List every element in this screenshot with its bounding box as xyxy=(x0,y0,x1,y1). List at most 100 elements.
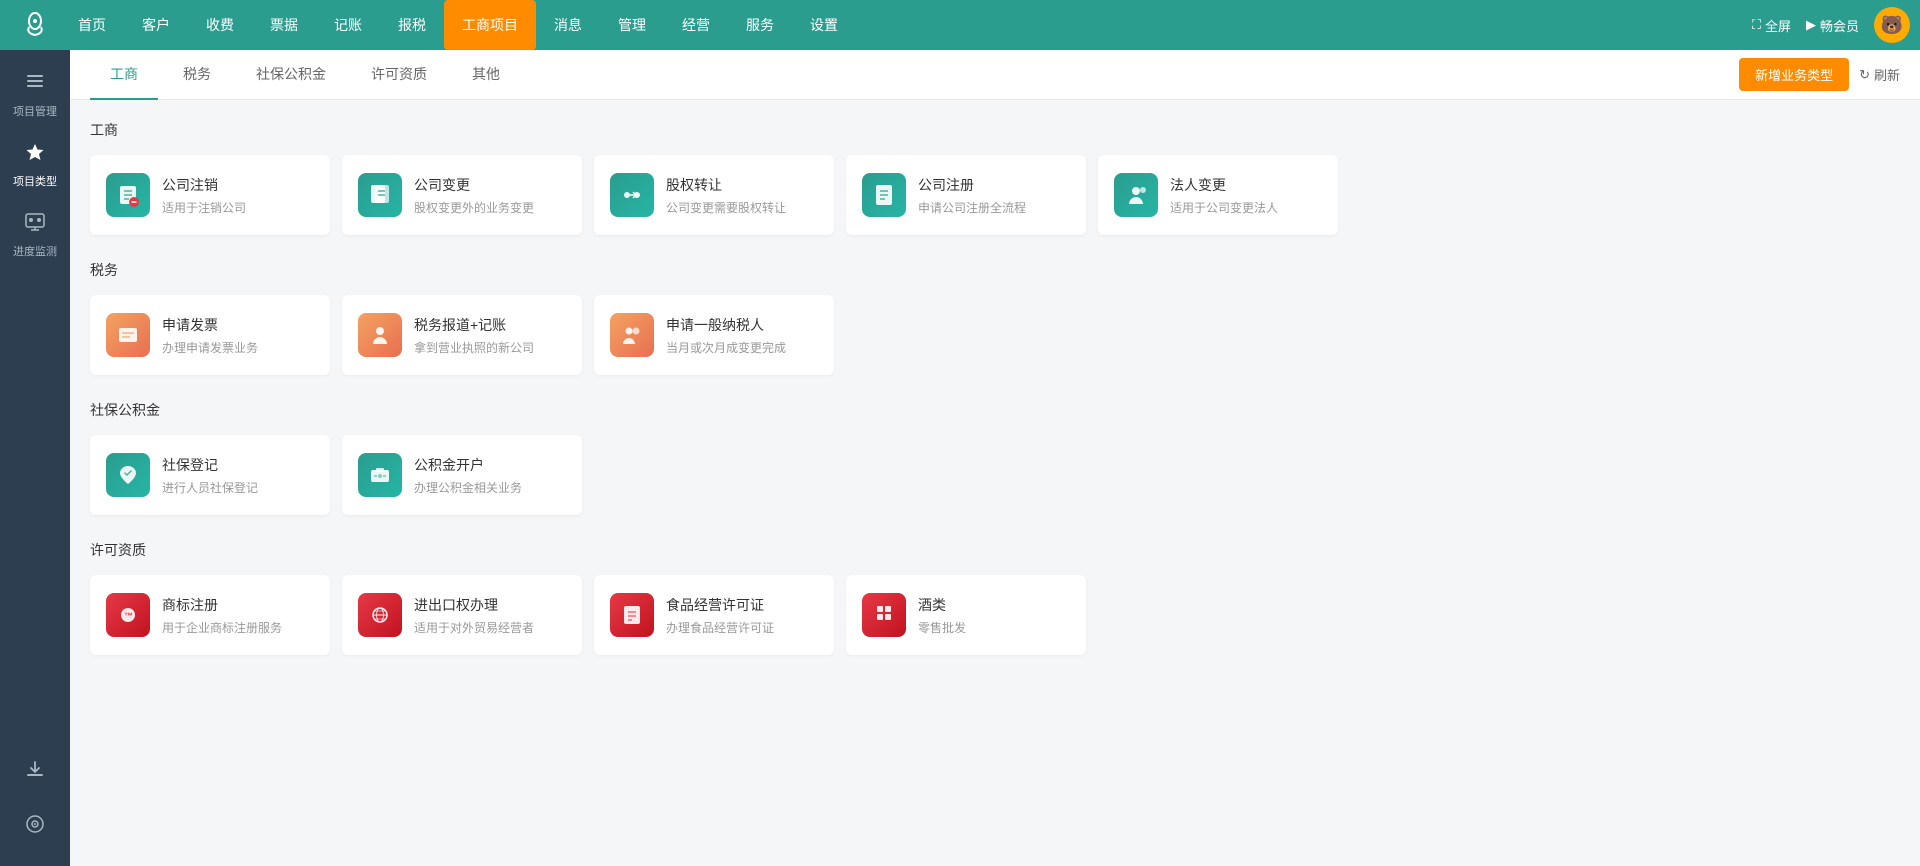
card-social-insurance[interactable]: 社保登记 进行人员社保登记 xyxy=(90,435,330,515)
company-register-name: 公司注册 xyxy=(918,175,1026,195)
add-type-button[interactable]: 新增业务类型 xyxy=(1739,58,1849,91)
nav-manage[interactable]: 管理 xyxy=(600,0,664,50)
social-insurance-name: 社保登记 xyxy=(162,455,258,475)
nav-fee[interactable]: 收费 xyxy=(188,0,252,50)
card-company-change[interactable]: 公司变更 股权变更外的业务变更 xyxy=(342,155,582,235)
nav-settings[interactable]: 设置 xyxy=(792,0,856,50)
food-license-name: 食品经营许可证 xyxy=(666,595,774,615)
company-change-name: 公司变更 xyxy=(414,175,534,195)
refresh-label: 刷新 xyxy=(1874,65,1900,84)
apply-invoice-name: 申请发票 xyxy=(162,315,258,335)
nav-bill[interactable]: 票据 xyxy=(252,0,316,50)
apply-invoice-icon xyxy=(106,313,150,357)
tab-bar: 工商 税务 社保公积金 许可资质 其他 新增业务类型 ↻ 刷新 xyxy=(70,50,1920,100)
tax-accounting-icon xyxy=(358,313,402,357)
gongshang-section: 工商 xyxy=(90,120,1900,235)
nav-service[interactable]: 服务 xyxy=(728,0,792,50)
gongshang-cards: 公司注销 适用于注销公司 xyxy=(90,155,1900,235)
nav-tax[interactable]: 报税 xyxy=(380,0,444,50)
card-tax-accounting[interactable]: 税务报道+记账 拿到营业执照的新公司 xyxy=(342,295,582,375)
card-legal-change[interactable]: 法人变更 适用于公司变更法人 xyxy=(1098,155,1338,235)
nav-home[interactable]: 首页 xyxy=(60,0,124,50)
fullscreen-btn[interactable]: ⛶ 全屏 xyxy=(1752,16,1791,35)
refresh-icon: ↻ xyxy=(1859,67,1870,83)
user-avatar[interactable]: 🐻 xyxy=(1874,7,1910,43)
card-food-license[interactable]: 食品经营许可证 办理食品经营许可证 xyxy=(594,575,834,655)
monitor-icon xyxy=(24,211,46,239)
shebao-cards: 社保登记 进行人员社保登记 xyxy=(90,435,1900,515)
tab-shebao[interactable]: 社保公积金 xyxy=(236,50,346,100)
tab-xuke[interactable]: 许可资质 xyxy=(351,50,447,100)
provident-fund-icon xyxy=(358,453,402,497)
tab-shuiwu[interactable]: 税务 xyxy=(163,50,231,100)
card-import-export[interactable]: 进出口权办理 适用于对外贸易经营者 xyxy=(342,575,582,655)
nav-message[interactable]: 消息 xyxy=(536,0,600,50)
sidebar-item-project-type[interactable]: 项目类型 xyxy=(0,130,70,200)
apply-invoice-desc: 办理申请发票业务 xyxy=(162,339,258,356)
tax-accounting-desc: 拿到营业执照的新公司 xyxy=(414,339,534,356)
shuiwu-cards: 申请发票 办理申请发票业务 税务报道+记账 xyxy=(90,295,1900,375)
trademark-name: 商标注册 xyxy=(162,595,282,615)
sidebar-label-pm: 项目管理 xyxy=(13,103,57,119)
sidebar: 项目管理 项目类型 进度监测 xyxy=(0,50,70,866)
card-provident-fund[interactable]: 公积金开户 办理公积金相关业务 xyxy=(342,435,582,515)
import-export-icon xyxy=(358,593,402,637)
provident-fund-text: 公积金开户 办理公积金相关业务 xyxy=(414,455,522,496)
apply-invoice-text: 申请发票 办理申请发票业务 xyxy=(162,315,258,356)
company-cancel-desc: 适用于注销公司 xyxy=(162,199,246,216)
company-change-desc: 股权变更外的业务变更 xyxy=(414,199,534,216)
company-cancel-icon xyxy=(106,173,150,217)
social-insurance-icon xyxy=(106,453,150,497)
star-icon xyxy=(24,141,46,169)
company-change-icon xyxy=(358,173,402,217)
top-nav: 首页 客户 收费 票据 记账 报税 工商项目 消息 管理 经营 服务 设置 ⛶ … xyxy=(0,0,1920,50)
card-liquor[interactable]: 酒类 零售批发 xyxy=(846,575,1086,655)
social-insurance-desc: 进行人员社保登记 xyxy=(162,479,258,496)
general-taxpayer-desc: 当月或次月成变更完成 xyxy=(666,339,786,356)
import-export-text: 进出口权办理 适用于对外贸易经营者 xyxy=(414,595,534,636)
list-icon xyxy=(24,71,46,99)
xuke-section: 许可资质 ™ 商标注册 用于企业商标注册服务 xyxy=(90,540,1900,655)
shuiwu-title: 税务 xyxy=(90,260,1900,280)
import-export-desc: 适用于对外贸易经营者 xyxy=(414,619,534,636)
social-insurance-text: 社保登记 进行人员社保登记 xyxy=(162,455,258,496)
nav-accounting[interactable]: 记账 xyxy=(316,0,380,50)
liquor-icon xyxy=(862,593,906,637)
refresh-button[interactable]: ↻ 刷新 xyxy=(1859,65,1900,84)
nav-operation[interactable]: 经营 xyxy=(664,0,728,50)
card-apply-invoice[interactable]: 申请发票 办理申请发票业务 xyxy=(90,295,330,375)
liquor-text: 酒类 零售批发 xyxy=(918,595,966,636)
scroll-content: 工商 xyxy=(70,100,1920,866)
import-export-name: 进出口权办理 xyxy=(414,595,534,615)
sidebar-help[interactable] xyxy=(0,796,70,851)
card-general-taxpayer[interactable]: 申请一般纳税人 当月或次月成变更完成 xyxy=(594,295,834,375)
tab-other[interactable]: 其他 xyxy=(452,50,520,100)
sidebar-download[interactable] xyxy=(0,741,70,796)
legal-change-name: 法人变更 xyxy=(1170,175,1278,195)
svg-text:™: ™ xyxy=(124,611,133,621)
trademark-icon: ™ xyxy=(106,593,150,637)
xuke-cards: ™ 商标注册 用于企业商标注册服务 xyxy=(90,575,1900,655)
nav-items: 首页 客户 收费 票据 记账 报税 工商项目 消息 管理 经营 服务 设置 xyxy=(60,0,1752,50)
vip-label: 畅会员 xyxy=(1820,16,1859,35)
sidebar-item-progress[interactable]: 进度监测 xyxy=(0,200,70,270)
food-license-text: 食品经营许可证 办理食品经营许可证 xyxy=(666,595,774,636)
provident-fund-name: 公积金开户 xyxy=(414,455,522,475)
card-trademark[interactable]: ™ 商标注册 用于企业商标注册服务 xyxy=(90,575,330,655)
fullscreen-label: 全屏 xyxy=(1765,16,1791,35)
trademark-desc: 用于企业商标注册服务 xyxy=(162,619,282,636)
card-equity-transfer[interactable]: 股权转让 公司变更需要股权转让 xyxy=(594,155,834,235)
trademark-text: 商标注册 用于企业商标注册服务 xyxy=(162,595,282,636)
vip-btn[interactable]: ▶ 畅会员 xyxy=(1806,16,1859,35)
tax-accounting-text: 税务报道+记账 拿到营业执照的新公司 xyxy=(414,315,534,356)
card-company-cancel[interactable]: 公司注销 适用于注销公司 xyxy=(90,155,330,235)
general-taxpayer-name: 申请一般纳税人 xyxy=(666,315,786,335)
food-license-desc: 办理食品经营许可证 xyxy=(666,619,774,636)
tab-gongshang[interactable]: 工商 xyxy=(90,50,158,100)
nav-business[interactable]: 工商项目 xyxy=(444,0,536,50)
nav-customer[interactable]: 客户 xyxy=(124,0,188,50)
equity-transfer-text: 股权转让 公司变更需要股权转让 xyxy=(666,175,786,216)
sidebar-item-project-management[interactable]: 项目管理 xyxy=(0,60,70,130)
company-change-text: 公司变更 股权变更外的业务变更 xyxy=(414,175,534,216)
card-company-register[interactable]: 公司注册 申请公司注册全流程 xyxy=(846,155,1086,235)
